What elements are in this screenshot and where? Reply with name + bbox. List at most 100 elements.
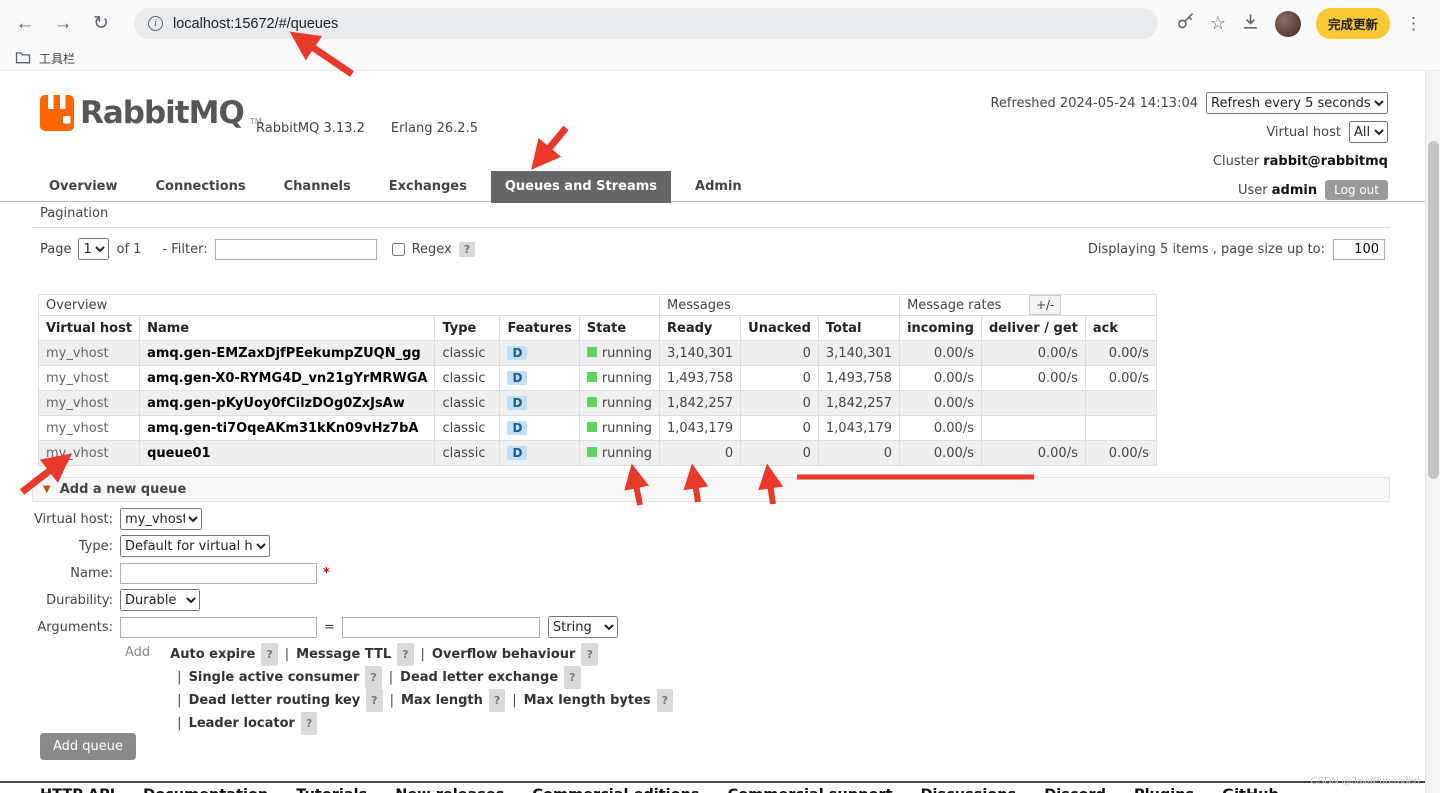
add-queue-section-title: Add a new queue [59,482,187,497]
regex-help-badge[interactable]: ? [458,241,476,257]
filter-label: - Filter: [162,241,208,257]
footer-link-commercial-support[interactable]: Commercial support [728,787,893,793]
filter-input[interactable] [214,238,377,260]
footer-link-new-releases[interactable]: New releases [395,787,504,793]
col-total[interactable]: Total [817,315,901,341]
argument-key-input[interactable] [120,616,317,638]
col-ack[interactable]: ack [1084,315,1157,341]
queue-row[interactable]: my_vhost queue01 classic D running 0 0 0… [37,440,1157,466]
footer-link-http-api[interactable]: HTTP API [40,787,115,793]
col-name[interactable]: Name [139,315,436,341]
col-unacked[interactable]: Unacked [740,315,819,341]
chrome-update-button[interactable]: 完成更新 [1315,8,1390,39]
forward-icon[interactable]: → [48,9,78,39]
site-info-icon[interactable]: i [148,16,163,31]
tab-channels[interactable]: Channels [270,171,365,203]
help-badge[interactable]: ? [581,643,598,666]
cell-queue-name[interactable]: amq.gen-X0-RYMG4D_vn21gYrMRWGA [139,365,436,391]
form-name-label: Name: [70,565,113,581]
url-text[interactable]: localhost:15672/#/queues [173,16,338,32]
address-bar[interactable]: i localhost:15672/#/queues [134,8,1158,39]
cell-queue-name[interactable]: amq.gen-EMZaxDjfPEekumpZUQN_gg [139,340,436,366]
help-badge[interactable]: ? [261,643,278,666]
tab-connections[interactable]: Connections [142,171,260,203]
tab-overview[interactable]: Overview [35,171,132,203]
tab-exchanges[interactable]: Exchanges [375,171,481,203]
footer-link-github[interactable]: GitHub [1222,787,1279,793]
arg-shortcut-auto-expire[interactable]: Auto expire? [170,643,278,666]
help-badge[interactable]: ? [397,643,414,666]
queue-row[interactable]: my_vhost amq.gen-X0-RYMG4D_vn21gYrMRWGA … [37,365,1157,391]
virtual-host-select[interactable]: All [1349,121,1388,143]
arg-shortcut-dead-letter-routing-key[interactable]: Dead letter routing key? [189,689,383,712]
page-select[interactable]: 1 [78,238,110,260]
footer-link-documentation[interactable]: Documentation [143,787,268,793]
arg-shortcut-max-length-bytes[interactable]: Max length bytes? [524,689,674,712]
cell-state: running [578,440,661,466]
cell-features: D [499,340,580,366]
col-virtual-host[interactable]: Virtual host [37,315,141,341]
logout-button[interactable]: Log out [1325,180,1388,200]
arg-shortcut-max-length[interactable]: Max length? [401,689,506,712]
reload-icon[interactable]: ↻ [86,9,116,39]
col-deliver-get[interactable]: deliver / get [980,315,1086,341]
help-badge[interactable]: ? [366,689,383,712]
arg-shortcut-leader-locator[interactable]: Leader locator? [189,712,318,735]
cell-queue-name[interactable]: amq.gen-pKyUoy0fCilzDOg0ZxJsAw [139,390,436,416]
folder-icon[interactable] [15,51,31,67]
refresh-interval-select[interactable]: Refresh every 5 seconds [1206,92,1388,114]
cell-queue-name[interactable]: queue01 [139,440,436,466]
argument-type-select[interactable]: String [547,616,618,638]
profile-avatar[interactable] [1274,10,1301,37]
cell-incoming: 0.00/s [899,440,982,466]
state-indicator [586,446,597,457]
footer-link-commercial-editions[interactable]: Commercial editions [532,787,699,793]
help-badge[interactable]: ? [365,666,382,689]
footer-link-discord[interactable]: Discord [1044,787,1106,793]
arg-shortcut-dead-letter-exchange[interactable]: Dead letter exchange? [400,666,581,689]
queue-row[interactable]: my_vhost amq.gen-EMZaxDjfPEekumpZUQN_gg … [37,340,1157,366]
argument-value-input[interactable] [341,616,540,638]
arg-shortcut-single-active-consumer[interactable]: Single active consumer? [189,666,382,689]
footer-link-plugins[interactable]: Plugins [1134,787,1194,793]
col-features[interactable]: Features [499,315,580,341]
back-icon[interactable]: ← [10,9,40,39]
tab-queues-and-streams[interactable]: Queues and Streams [490,171,672,203]
cell-deliver-get: 0.00/s [980,440,1086,466]
col-incoming[interactable]: incoming [899,315,982,341]
help-badge[interactable]: ? [300,712,318,735]
col-type[interactable]: Type [434,315,501,341]
add-queue-button[interactable]: Add queue [40,733,137,760]
help-badge[interactable]: ? [656,689,674,712]
arg-shortcut-overflow-behaviour[interactable]: Overflow behaviour? [432,643,598,666]
password-key-icon[interactable] [1176,12,1195,36]
help-badge[interactable]: ? [564,666,581,689]
col-state[interactable]: State [578,315,661,341]
bookmarks-folder-label[interactable]: 工具栏 [39,50,75,67]
rabbitmq-logo[interactable]: RabbitMQ TM [40,95,262,131]
tab-admin[interactable]: Admin [681,171,756,203]
form-type-select[interactable]: Default for virtual host [120,535,270,557]
col-ready[interactable]: Ready [658,315,742,341]
regex-checkbox[interactable] [391,242,405,256]
cell-queue-name[interactable]: amq.gen-ti7OqeAKm31kKn09vHz7bA [139,415,436,441]
footer-link-discussions[interactable]: Discussions [921,787,1017,793]
queue-row[interactable]: my_vhost amq.gen-pKyUoy0fCilzDOg0ZxJsAw … [37,390,1157,416]
help-badge[interactable]: ? [488,689,506,712]
add-queue-section-header[interactable]: ▼ Add a new queue [32,477,1390,502]
browser-menu-icon[interactable]: ⋮ [1405,14,1422,34]
queue-row[interactable]: my_vhost amq.gen-ti7OqeAKm31kKn09vHz7bA … [37,415,1157,441]
form-virtual-host-select[interactable]: my_vhost [120,508,202,530]
cell-features: D [499,390,580,416]
column-toggle-button[interactable]: +/- [1029,295,1062,315]
scrollbar-thumb[interactable] [1428,141,1439,479]
bookmark-star-icon[interactable]: ☆ [1210,13,1226,34]
page-size-input[interactable] [1333,238,1385,260]
arg-shortcut-message-ttl[interactable]: Message TTL? [296,643,414,666]
page-label: Page [40,241,72,257]
queue-name-input[interactable] [120,562,317,584]
durability-select[interactable]: Durable [120,589,200,611]
footer-link-tutorials[interactable]: Tutorials [296,787,367,793]
scrollbar[interactable] [1425,71,1440,793]
download-icon[interactable] [1241,12,1260,36]
